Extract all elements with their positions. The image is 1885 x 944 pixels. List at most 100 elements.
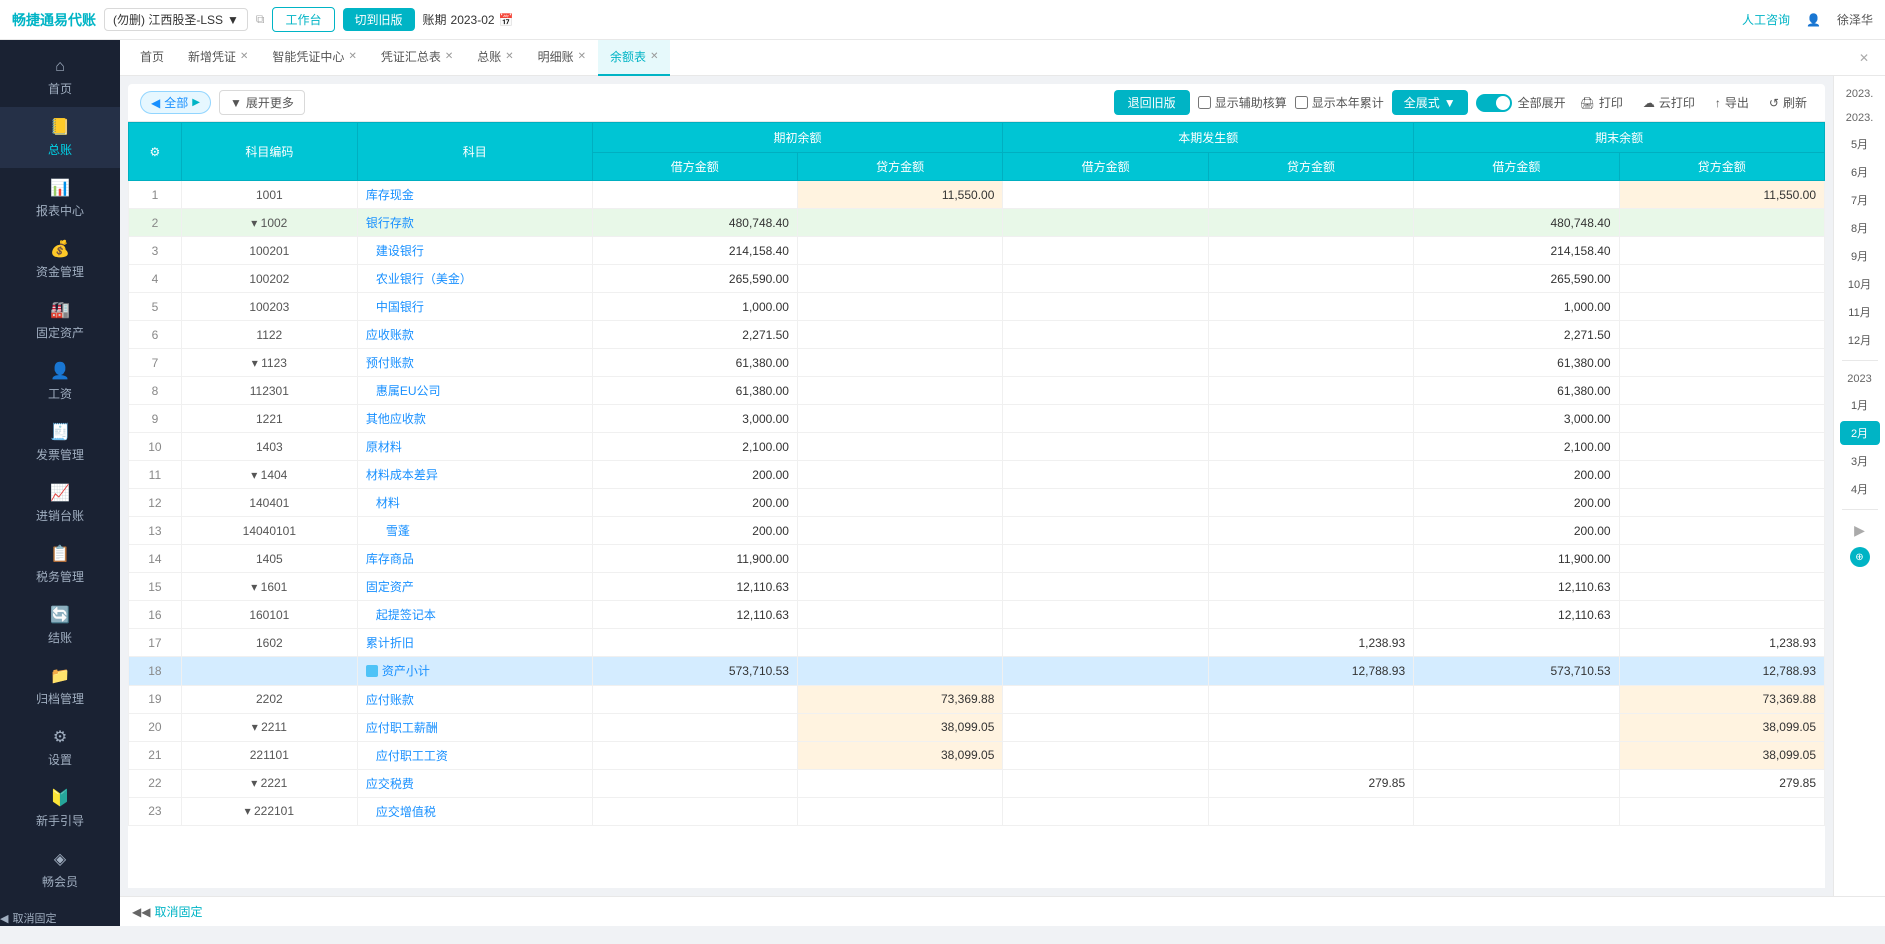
sidebar-item-sales[interactable]: 📈 进销台账 (0, 473, 120, 534)
right-panel-month-9[interactable]: 9月 (1840, 244, 1880, 268)
cell-amount-5 (1619, 797, 1824, 825)
tab-detail-ledger[interactable]: 明细账 ✕ (526, 40, 598, 76)
cell-name[interactable]: 银行存款 (357, 209, 592, 237)
unpin-label: 取消固定 (12, 910, 56, 926)
toolbar-right: 退回旧版 显示辅助核算 显示本年累计 全展式 ▼ (1114, 90, 1813, 115)
cell-name[interactable]: 预付账款 (357, 349, 592, 377)
right-panel-month-6[interactable]: 6月 (1840, 160, 1880, 184)
th-settings[interactable]: ⚙ (129, 123, 182, 181)
tab-smart-voucher[interactable]: 智能凭证中心 ✕ (260, 40, 368, 76)
show-aux-calc-checkbox[interactable]: 显示辅助核算 (1198, 94, 1287, 111)
sidebar-item-settings[interactable]: ⚙ 设置 (0, 717, 120, 778)
cell-name[interactable]: 起提签记本 (357, 601, 592, 629)
full-mode-button[interactable]: 全展式 ▼ (1392, 90, 1468, 115)
refresh-button[interactable]: ↺ 刷新 (1763, 92, 1813, 113)
right-panel-month-2[interactable]: 2月 (1840, 421, 1880, 445)
cell-amount-5 (1619, 545, 1824, 573)
tab-balance-sheet-close[interactable]: ✕ (650, 51, 658, 62)
sidebar-item-invoice[interactable]: 🧾 发票管理 (0, 412, 120, 473)
sidebar-item-fixed-assets[interactable]: 🏭 固定资产 (0, 290, 120, 351)
right-panel-month-5[interactable]: 5月 (1840, 132, 1880, 156)
sidebar-item-reports[interactable]: 📊 报表中心 (0, 168, 120, 229)
tab-balance-sheet[interactable]: 余额表 ✕ (598, 40, 670, 76)
sidebar-item-archive[interactable]: 📁 归档管理 (0, 656, 120, 717)
cell-name[interactable]: 库存商品 (357, 545, 592, 573)
sidebar-item-general-ledger[interactable]: 📒 总账 (0, 107, 120, 168)
company-selector[interactable]: (勿删) 江西股圣-LSS ▼ (104, 8, 248, 31)
tab-add-voucher-close[interactable]: ✕ (240, 51, 248, 62)
sidebar-item-home[interactable]: ⌂ 首页 (0, 48, 120, 107)
workbench-button[interactable]: 工作台 (272, 7, 334, 32)
right-panel-month-10[interactable]: 10月 (1840, 272, 1880, 296)
sidebar-item-member[interactable]: ◈ 畅会员 (0, 839, 120, 900)
print-button[interactable]: 🖨 打印 (1574, 92, 1629, 113)
expand-more-button[interactable]: ▼ 展开更多 (219, 90, 305, 115)
right-panel-month-8[interactable]: 8月 (1840, 216, 1880, 240)
cell-name[interactable]: 累计折旧 (357, 629, 592, 657)
sidebar-item-capital[interactable]: 💰 资金管理 (0, 229, 120, 290)
switch-button[interactable]: 切到旧版 (343, 8, 415, 31)
table-row: 5100203 中国银行1,000.001,000.00 (129, 293, 1825, 321)
cell-name[interactable]: 其他应收款 (357, 405, 592, 433)
cell-name[interactable]: 材料成本差异 (357, 461, 592, 489)
close-all-icon[interactable]: ✕ (1851, 51, 1877, 65)
sidebar-item-settlement[interactable]: 🔄 结账 (0, 595, 120, 656)
cell-name[interactable]: 雪蓬 (357, 517, 592, 545)
bottom-action-label[interactable]: 取消固定 (154, 903, 202, 920)
cloud-print-button[interactable]: ☁ 云打印 (1637, 92, 1701, 113)
right-panel-month-7[interactable]: 7月 (1840, 188, 1880, 212)
cell-name[interactable]: 材料 (357, 489, 592, 517)
cell-name[interactable]: 中国银行 (357, 293, 592, 321)
toggle-track[interactable] (1476, 94, 1512, 112)
cell-amount-3: 1,238.93 (1208, 629, 1413, 657)
tab-detail-ledger-close[interactable]: ✕ (578, 51, 586, 62)
cell-name[interactable]: 应付账款 (357, 685, 592, 713)
consultation-link[interactable]: 人工咨询 (1742, 11, 1790, 28)
right-panel-month-1[interactable]: 1月 (1840, 393, 1880, 417)
cell-name[interactable]: 库存现金 (357, 181, 592, 209)
cell-name[interactable]: 应交增值税 (357, 797, 592, 825)
tab-voucher-summary[interactable]: 凭证汇总表 ✕ (369, 40, 465, 76)
right-panel-toggle-icon[interactable]: ▶ (1850, 518, 1869, 543)
user-avatar[interactable]: 👤 (1806, 13, 1821, 27)
show-aux-calc-input[interactable] (1198, 96, 1211, 109)
cell-name[interactable]: 农业银行（美金） (357, 265, 592, 293)
breadcrumb[interactable]: ◀ 全部 ▶ (140, 91, 211, 114)
tab-general-ledger[interactable]: 总账 ✕ (465, 40, 525, 76)
tab-general-ledger-close[interactable]: ✕ (505, 51, 513, 62)
copy-icon[interactable]: ⧉ (256, 12, 265, 27)
tab-home[interactable]: 首页 (128, 40, 176, 76)
sidebar-unpin[interactable]: ◀ 取消固定 (0, 900, 120, 936)
sidebar-label-guide: 新手引导 (36, 812, 84, 829)
cell-name[interactable]: 惠属EU公司 (357, 377, 592, 405)
tab-add-voucher[interactable]: 新增凭证 ✕ (176, 40, 260, 76)
sidebar-item-salary[interactable]: 👤 工资 (0, 351, 120, 412)
right-panel-month-12[interactable]: 12月 (1840, 328, 1880, 352)
right-panel-month-3[interactable]: 3月 (1840, 449, 1880, 473)
right-panel-month-11[interactable]: 11月 (1840, 300, 1880, 324)
period-calendar-icon[interactable]: 📅 (499, 13, 514, 27)
cell-name[interactable]: 资产小计 (357, 657, 592, 686)
cell-name[interactable]: 应付职工薪酬 (357, 713, 592, 741)
tab-smart-voucher-close[interactable]: ✕ (348, 51, 356, 62)
show-year-accum-input[interactable] (1295, 96, 1308, 109)
sidebar-item-guide[interactable]: 🔰 新手引导 (0, 778, 120, 839)
sidebar: ⌂ 首页 📒 总账 📊 报表中心 💰 资金管理 🏭 固定资产 👤 工资 🧾 发票… (0, 40, 120, 926)
toggle-expand-all[interactable]: 全部展开 (1476, 94, 1566, 112)
cell-amount-1 (797, 769, 1002, 797)
return-old-button[interactable]: 退回旧版 (1114, 90, 1190, 115)
cell-name[interactable]: 应付职工工资 (357, 741, 592, 769)
cell-name[interactable]: 原材料 (357, 433, 592, 461)
tab-voucher-summary-close[interactable]: ✕ (445, 51, 453, 62)
right-panel-month-4[interactable]: 4月 (1840, 477, 1880, 501)
sidebar-label-capital: 资金管理 (36, 263, 84, 280)
toggle-thumb (1496, 96, 1510, 110)
cell-name[interactable]: 应收账款 (357, 321, 592, 349)
cell-name[interactable]: 建设银行 (357, 237, 592, 265)
sidebar-item-tax[interactable]: 📋 税务管理 (0, 534, 120, 595)
export-button[interactable]: ↑ 导出 (1709, 92, 1755, 113)
show-year-accum-checkbox[interactable]: 显示本年累计 (1295, 94, 1384, 111)
cell-name[interactable]: 固定资产 (357, 573, 592, 601)
cell-name[interactable]: 应交税费 (357, 769, 592, 797)
right-panel-expand-icon[interactable]: ⊕ (1850, 547, 1870, 567)
